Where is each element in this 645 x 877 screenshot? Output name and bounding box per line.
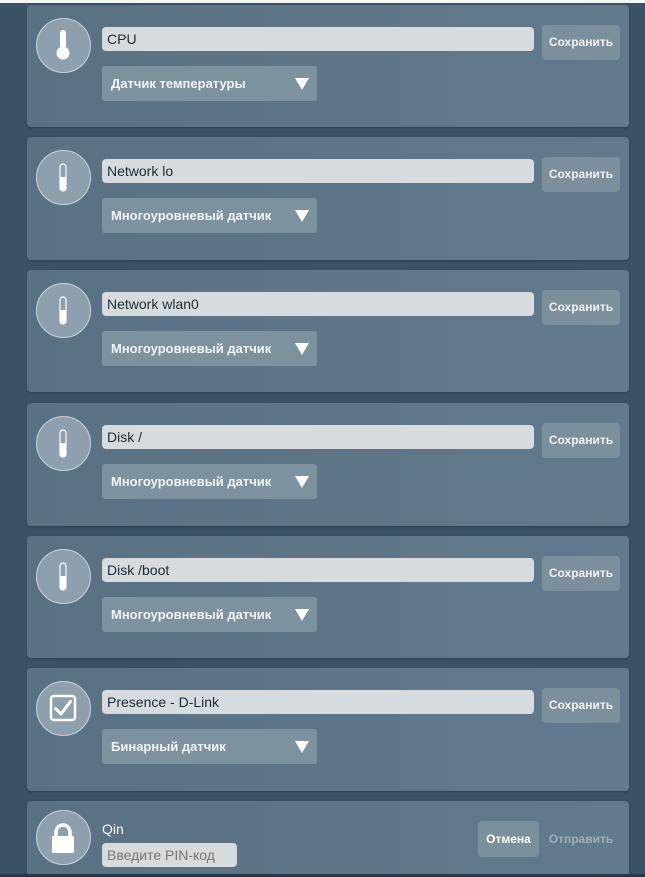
sensor-card: Многоуровневый датчик Сохранить bbox=[27, 536, 629, 658]
icon-badge bbox=[36, 549, 91, 604]
level-bar-icon bbox=[59, 429, 67, 458]
sensor-card: Бинарный датчик Сохранить bbox=[27, 668, 629, 791]
send-button[interactable]: Отправить bbox=[545, 821, 617, 857]
sensor-type-select[interactable]: Многоуровневый датчик bbox=[102, 331, 317, 366]
sensor-name-input[interactable] bbox=[102, 558, 534, 582]
sensor-card: Датчик температуры Сохранить bbox=[27, 5, 629, 127]
dropdown-caret-icon bbox=[295, 343, 309, 355]
dropdown-caret-icon bbox=[295, 78, 309, 90]
sensor-type-value: Многоуровневый датчик bbox=[111, 607, 272, 622]
pin-card: Qin Отмена Отправить bbox=[27, 801, 629, 877]
icon-badge bbox=[36, 810, 91, 865]
sensor-type-value: Многоуровневый датчик bbox=[111, 208, 272, 223]
dropdown-caret-icon bbox=[295, 476, 309, 488]
pin-input[interactable] bbox=[102, 843, 237, 867]
level-bar-icon bbox=[59, 562, 67, 591]
save-button[interactable]: Сохранить bbox=[542, 25, 620, 60]
sensor-type-value: Многоуровневый датчик bbox=[111, 341, 272, 356]
sensor-type-select[interactable]: Бинарный датчик bbox=[102, 729, 317, 764]
sensor-card: Многоуровневый датчик Сохранить bbox=[27, 270, 629, 392]
sensor-name-input[interactable] bbox=[102, 27, 534, 51]
save-button[interactable]: Сохранить bbox=[542, 157, 620, 192]
save-button[interactable]: Сохранить bbox=[542, 423, 620, 458]
sensor-name-input[interactable] bbox=[102, 159, 534, 183]
lock-icon bbox=[52, 823, 74, 853]
sensor-type-value: Датчик температуры bbox=[111, 76, 246, 91]
icon-badge bbox=[36, 681, 91, 736]
sensor-type-select[interactable]: Многоуровневый датчик bbox=[102, 198, 317, 233]
save-button[interactable]: Сохранить bbox=[542, 556, 620, 591]
save-button[interactable]: Сохранить bbox=[542, 688, 620, 723]
top-border bbox=[0, 0, 645, 3]
dropdown-caret-icon bbox=[295, 210, 309, 222]
dropdown-caret-icon bbox=[295, 741, 309, 753]
sensor-type-select[interactable]: Датчик температуры bbox=[102, 66, 317, 101]
sensor-card: Многоуровневый датчик Сохранить bbox=[27, 137, 629, 260]
sensor-type-value: Многоуровневый датчик bbox=[111, 474, 272, 489]
sensor-name-input[interactable] bbox=[102, 690, 534, 714]
sensor-type-value: Бинарный датчик bbox=[111, 739, 226, 754]
sensor-type-select[interactable]: Многоуровневый датчик bbox=[102, 464, 317, 499]
sensor-card: Многоуровневый датчик Сохранить bbox=[27, 403, 629, 526]
icon-badge bbox=[36, 416, 91, 471]
icon-badge bbox=[36, 283, 91, 338]
level-bar-icon bbox=[59, 296, 67, 325]
level-bar-icon bbox=[59, 163, 67, 192]
dropdown-caret-icon bbox=[295, 609, 309, 621]
pin-device-name: Qin bbox=[102, 821, 124, 837]
cancel-button[interactable]: Отмена bbox=[478, 821, 539, 857]
icon-badge bbox=[36, 150, 91, 205]
save-button[interactable]: Сохранить bbox=[542, 290, 620, 325]
icon-badge bbox=[36, 18, 91, 73]
sensor-name-input[interactable] bbox=[102, 425, 534, 449]
checkbox-icon bbox=[49, 694, 77, 722]
thermometer-icon bbox=[56, 30, 70, 60]
sensor-name-input[interactable] bbox=[102, 292, 534, 316]
sensor-type-select[interactable]: Многоуровневый датчик bbox=[102, 597, 317, 632]
